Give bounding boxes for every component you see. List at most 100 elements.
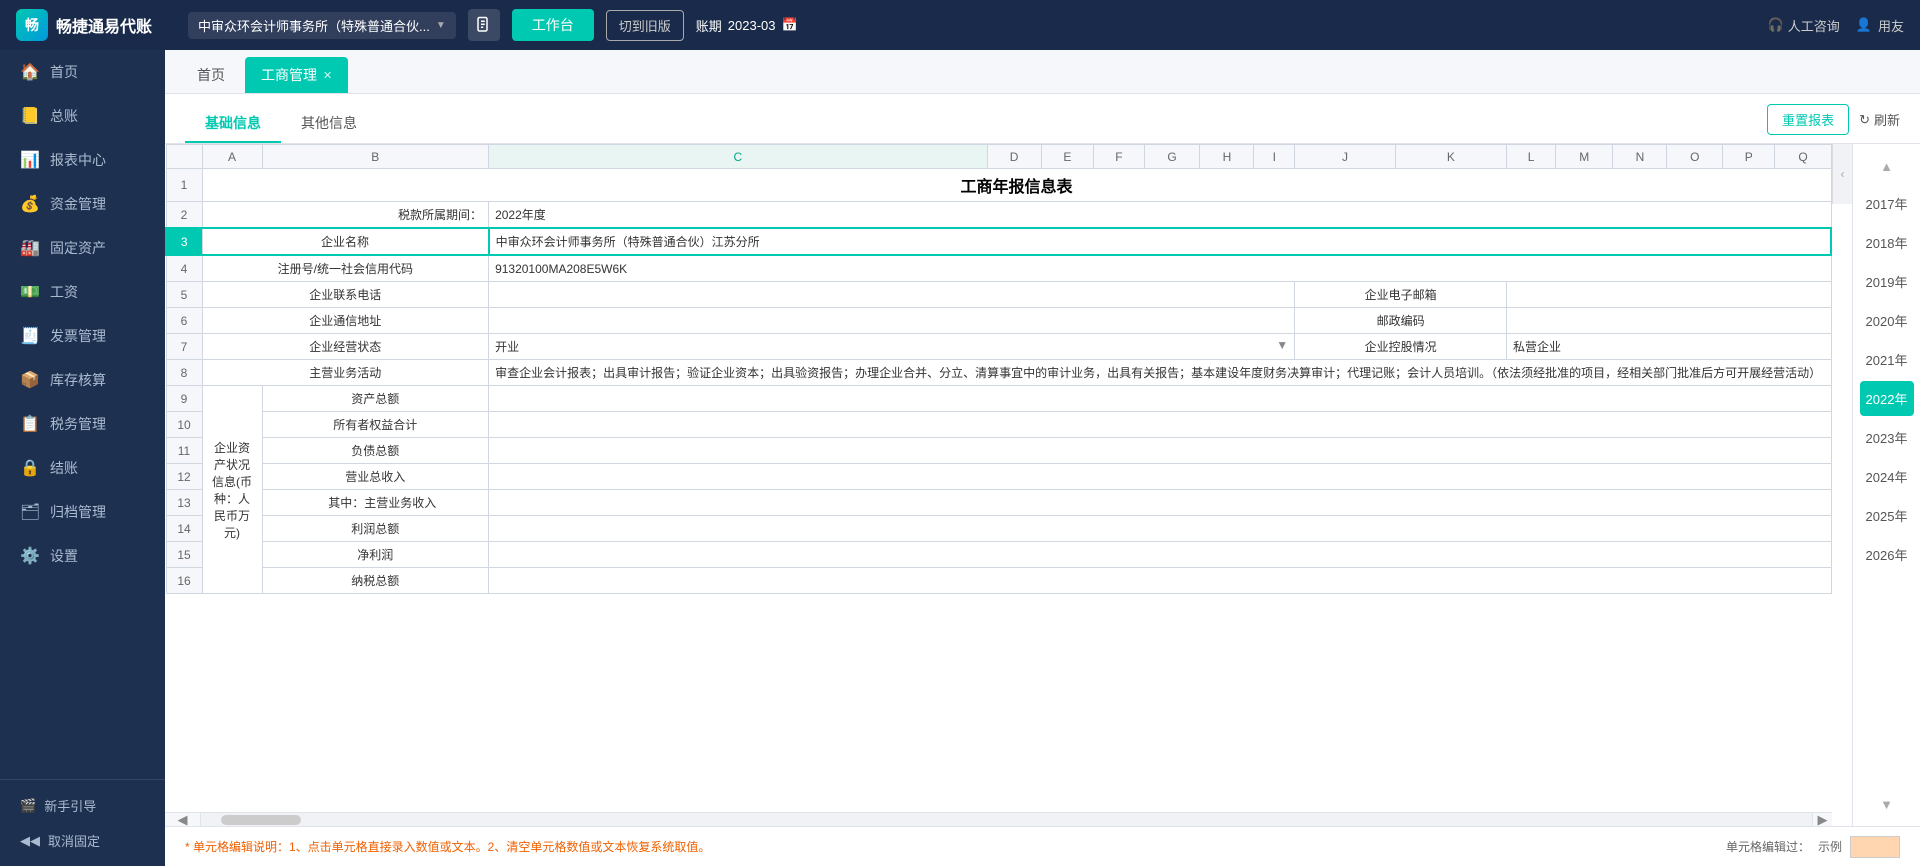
liabilities-value[interactable] [489,438,1831,464]
horizontal-scrollbar[interactable]: ◀ ▶ [165,812,1832,826]
sidebar-item-ledger[interactable]: 📒 总账 [0,94,165,138]
holding-value[interactable]: 私营企业 [1507,334,1831,360]
sidebar-label-asset: 固定资产 [50,238,106,258]
profit-total-value[interactable] [489,516,1831,542]
tab-close-icon[interactable]: ✕ [323,69,332,82]
scroll-right-icon[interactable]: ▶ [1812,813,1832,827]
postcode-label: 邮政编码 [1295,308,1507,334]
calendar-icon[interactable]: 📅 [782,17,798,33]
revenue-label: 营业总收入 [262,464,489,490]
sidebar-item-salary[interactable]: 💵 工资 [0,270,165,314]
tax-total-value[interactable] [489,568,1831,594]
reg-code-value[interactable]: 91320100MA208E5W6K [489,255,1831,282]
sidebar-item-tax[interactable]: 📋 税务管理 [0,402,165,446]
refresh-button[interactable]: ↻ 刷新 [1859,110,1900,129]
year-2022[interactable]: 2022年 [1860,381,1914,416]
row-num-5: 5 [166,282,202,308]
invoice-icon: 🧾 [20,326,40,346]
sidebar: 🏠 首页 📒 总账 📊 报表中心 💰 资金管理 🏭 固定资产 💵 工资 [0,50,165,866]
header-right: 🎧 人工咨询 👤 用友 [1768,16,1904,35]
equity-value[interactable] [489,412,1831,438]
tab-home[interactable]: 首页 [181,57,241,93]
biz-status-label: 企业经营状态 [202,334,489,360]
year-2018[interactable]: 2018年 [1860,225,1914,260]
spreadsheet-scroll[interactable]: A B C D E F G H I J [165,144,1832,812]
status-dropdown-icon[interactable]: ▼ [1276,338,1288,352]
year-2025[interactable]: 2025年 [1860,498,1914,533]
user-area[interactable]: 👤 用友 [1856,16,1904,35]
address-value[interactable] [489,308,1295,334]
sidebar-item-settings[interactable]: ⚙️ 设置 [0,534,165,578]
col-F: F [1094,145,1145,169]
reset-report-button[interactable]: 重置报表 [1767,104,1849,135]
bottom-bar-right: 单元格编辑过： 示例 [1726,836,1900,858]
sidebar-item-asset[interactable]: 🏭 固定资产 [0,226,165,270]
assets-label: 资产总额 [262,386,489,412]
year-2017[interactable]: 2017年 [1860,186,1914,221]
year-2023[interactable]: 2023年 [1860,420,1914,455]
sidebar-item-inventory[interactable]: 📦 库存核算 [0,358,165,402]
tab-other-info[interactable]: 其他信息 [281,105,377,143]
support-button[interactable]: 🎧 人工咨询 [1768,16,1840,35]
sheet-title[interactable]: 工商年报信息表 [202,169,1831,202]
table-row: 8 主营业务活动 审查企业会计报表；出具审计报告；验证企业资本；出具验资报告；办… [166,360,1831,386]
phone-value[interactable] [489,282,1295,308]
col-K: K [1395,145,1506,169]
net-profit-value[interactable] [489,542,1831,568]
table-row: 10 所有者权益合计 [166,412,1831,438]
sidebar-label-ledger: 总账 [50,106,78,126]
scroll-thumb[interactable] [221,815,301,825]
year-2024[interactable]: 2024年 [1860,459,1914,494]
switch-version-button[interactable]: 切到旧版 [606,10,684,41]
tab-industrial[interactable]: 工商管理 ✕ [245,57,348,93]
sidebar-item-close[interactable]: 🔒 结账 [0,446,165,490]
year-up-arrow[interactable]: ▲ [1873,152,1901,180]
main-revenue-value[interactable] [489,490,1831,516]
logo-area: 畅 畅捷通易代账 [16,9,176,41]
inventory-icon: 📦 [20,370,40,390]
scroll-left-icon[interactable]: ◀ [165,813,201,827]
company-selector[interactable]: 中审众环会计师事务所（特殊普通合伙... ▼ [188,12,456,39]
table-row: 5 企业联系电话 企业电子邮箱 [166,282,1831,308]
year-2021[interactable]: 2021年 [1860,342,1914,377]
address-label: 企业通信地址 [202,308,489,334]
user-label: 用友 [1878,16,1904,35]
email-value[interactable] [1507,282,1831,308]
sidebar-item-report[interactable]: 📊 报表中心 [0,138,165,182]
panel-collapse-button[interactable]: ‹ [1832,144,1852,204]
biz-status-value[interactable]: 开业 ▼ [489,334,1295,360]
sidebar-item-home[interactable]: 🏠 首页 [0,50,165,94]
liabilities-label: 负债总额 [262,438,489,464]
period-value-cell[interactable]: 2022年度 [489,202,1831,229]
postcode-value[interactable] [1507,308,1831,334]
year-down-arrow[interactable]: ▼ [1873,790,1901,818]
sidebar-item-fund[interactable]: 💰 资金管理 [0,182,165,226]
col-L: L [1507,145,1556,169]
year-2019[interactable]: 2019年 [1860,264,1914,299]
sidebar-label-home: 首页 [50,62,78,82]
new-user-guide[interactable]: 🎬 新手引导 [0,788,165,823]
sidebar-item-archive[interactable]: 🗂 归档管理 [0,490,165,534]
group-label-span: 企业资产状况信息(币种：人民币万元) [202,386,262,594]
scroll-track[interactable] [201,813,1812,827]
year-2026[interactable]: 2026年 [1860,537,1914,572]
revenue-value[interactable] [489,464,1831,490]
main-revenue-label: 其中：主营业务收入 [262,490,489,516]
tab-industrial-label: 工商管理 [261,65,317,85]
company-name-value[interactable]: 中审众环会计师事务所（特殊普通合伙）江苏分所 [489,228,1831,255]
year-2020[interactable]: 2020年 [1860,303,1914,338]
sidebar-label-archive: 归档管理 [50,502,106,522]
refresh-icon: ↻ [1859,112,1870,128]
sample-label: 示例 [1818,838,1842,855]
unpin-button[interactable]: ◀◀ 取消固定 [0,823,165,858]
bottom-bar: * 单元格编辑说明：1、点击单元格直接录入数值或文本。2、清空单元格数值或文本恢… [165,826,1920,866]
workbench-button[interactable]: 工作台 [512,9,594,41]
assets-value[interactable] [489,386,1831,412]
document-icon[interactable] [468,9,500,41]
sidebar-item-invoice[interactable]: 🧾 发票管理 [0,314,165,358]
sidebar-label-salary: 工资 [50,282,78,302]
main-biz-value[interactable]: 审查企业会计报表；出具审计报告；验证企业资本；出具验资报告；办理企业合并、分立、… [489,360,1831,386]
profit-total-label: 利润总额 [262,516,489,542]
content-area: 首页 工商管理 ✕ 基础信息 其他信息 重置报表 ↻ [165,50,1920,866]
tab-basic-info[interactable]: 基础信息 [185,105,281,143]
